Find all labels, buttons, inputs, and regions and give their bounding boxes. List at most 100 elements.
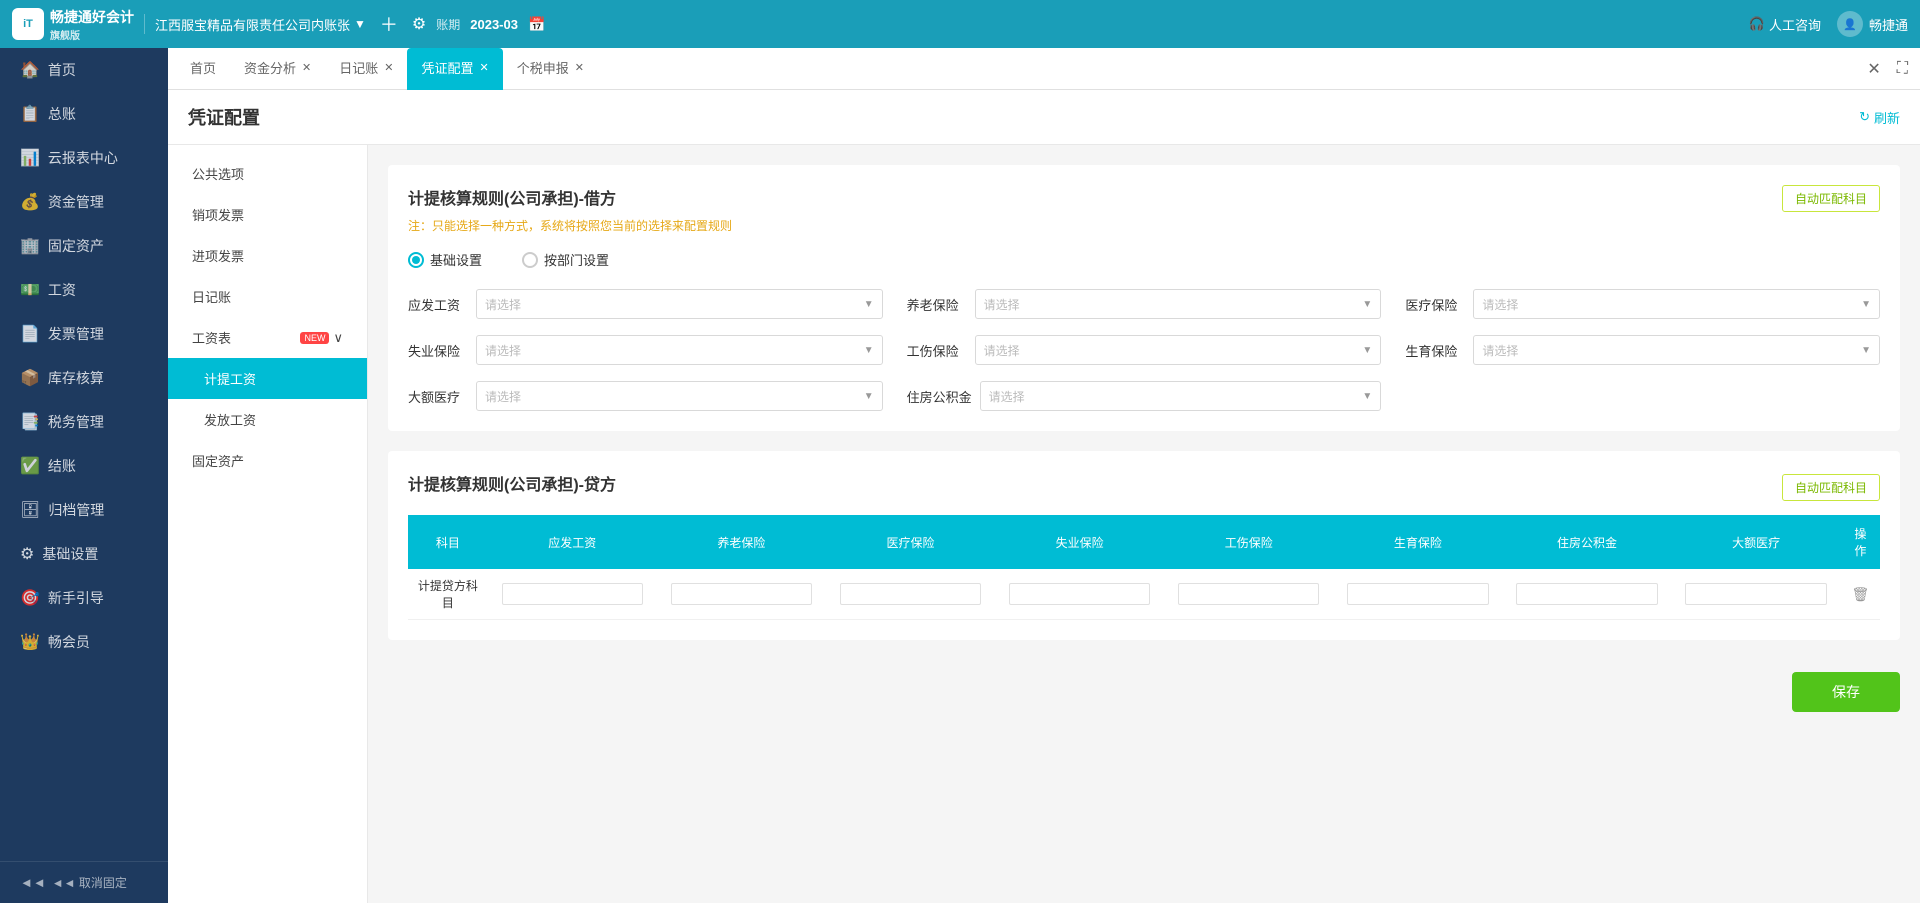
sidebar-label-inventory: 库存核算: [48, 368, 104, 388]
tab-tax-report[interactable]: 个税申报 ✕: [503, 48, 598, 90]
tab-fund-analysis[interactable]: 资金分析 ✕: [230, 48, 325, 90]
sidebar: 🏠 首页 📋 总账 📊 云报表中心 💰 资金管理 🏢 固定资产 💵 工资 📄 发…: [0, 48, 168, 903]
sidebar-pin-toggle[interactable]: ◄◄ ◄◄ 取消固定: [0, 861, 168, 903]
left-nav-journal[interactable]: 日记账: [168, 276, 367, 317]
save-button[interactable]: 保存: [1792, 672, 1900, 712]
input-gross[interactable]: [502, 583, 643, 605]
user-area[interactable]: 👤 畅捷通: [1837, 11, 1908, 37]
select-injury[interactable]: 请选择 ▼: [975, 335, 1382, 365]
input-injury[interactable]: [1178, 583, 1319, 605]
tab-tax-close[interactable]: ✕: [575, 61, 584, 74]
tab-home[interactable]: 首页: [176, 48, 230, 90]
divider-1: [144, 14, 145, 34]
add-button[interactable]: ＋: [376, 7, 402, 41]
input-maternity[interactable]: [1347, 583, 1488, 605]
sidebar-item-home[interactable]: 🏠 首页: [0, 48, 168, 92]
label-pension: 养老保险: [907, 295, 967, 314]
left-nav-sales-invoice[interactable]: 销项发票: [168, 194, 367, 235]
sidebar-item-member[interactable]: 👑 畅会员: [0, 620, 168, 664]
sidebar-label-funds: 资金管理: [48, 192, 104, 212]
sidebar-item-archive[interactable]: 🗄 归档管理: [0, 488, 168, 532]
sidebar-item-assets[interactable]: 🏢 固定资产: [0, 224, 168, 268]
sidebar-item-close[interactable]: ✅ 结账: [0, 444, 168, 488]
select-medical[interactable]: 请选择 ▼: [1473, 289, 1880, 319]
sidebar-item-salary[interactable]: 💵 工资: [0, 268, 168, 312]
input-housing[interactable]: [1516, 583, 1657, 605]
tab-fund-close[interactable]: ✕: [302, 61, 311, 74]
debit-auto-match-button[interactable]: 自动匹配科目: [1782, 185, 1880, 212]
inventory-icon: 📦: [20, 368, 40, 388]
sidebar-label-member: 畅会员: [48, 632, 90, 652]
select-housing-fund[interactable]: 请选择 ▼: [980, 381, 1382, 411]
tab-voucher-close[interactable]: ✕: [480, 61, 489, 74]
left-nav-fixed-label: 固定资产: [192, 451, 244, 470]
input-unemploy[interactable]: [1009, 583, 1150, 605]
credit-table: 科目 应发工资 养老保险 医疗保险 失业保险 工伤保险 生育保险 住房公积金 大…: [408, 515, 1880, 620]
left-nav-pay-salary[interactable]: 发放工资: [168, 399, 367, 440]
sidebar-item-ledger[interactable]: 📋 总账: [0, 92, 168, 136]
input-pension[interactable]: [671, 583, 812, 605]
sidebar-label-home: 首页: [48, 60, 76, 80]
input-medical[interactable]: [840, 583, 981, 605]
calendar-icon[interactable]: 📅: [528, 16, 545, 33]
dropdown-arrow-unemployment: ▼: [864, 345, 874, 356]
sidebar-item-invoice[interactable]: 📄 发票管理: [0, 312, 168, 356]
input-large-medical[interactable]: [1685, 583, 1826, 605]
debit-section-note: 注：只能选择一种方式，系统将按照您当前的选择来配置规则: [408, 217, 732, 234]
field-medical: 医疗保险 请选择 ▼: [1405, 289, 1880, 319]
td-housing-val: [1502, 569, 1671, 620]
delete-row-button[interactable]: 🗑: [1851, 586, 1869, 603]
select-unemployment[interactable]: 请选择 ▼: [476, 335, 883, 365]
select-large-medical[interactable]: 请选择 ▼: [476, 381, 883, 411]
tab-voucher-label: 凭证配置: [421, 58, 473, 77]
tab-expand-button[interactable]: ⛶: [1893, 56, 1912, 82]
sidebar-item-guide[interactable]: 🎯 新手引导: [0, 576, 168, 620]
radio-basic[interactable]: 基础设置: [408, 250, 482, 269]
left-nav-fixed-assets[interactable]: 固定资产: [168, 440, 367, 481]
select-maternity[interactable]: 请选择 ▼: [1473, 335, 1880, 365]
main-content: 计提核算规则(公司承担)-借方 注：只能选择一种方式，系统将按照您当前的选择来配…: [368, 145, 1920, 903]
expand-icon: ∨: [333, 330, 343, 346]
settings-sidebar-icon: ⚙: [20, 544, 34, 564]
left-nav-purchase-invoice[interactable]: 进项发票: [168, 235, 367, 276]
refresh-button[interactable]: ↻ 刷新: [1859, 108, 1900, 127]
sidebar-item-inventory[interactable]: 📦 库存核算: [0, 356, 168, 400]
logo-main-text: 畅捷通好会计: [50, 7, 134, 27]
radio-group: 基础设置 按部门设置: [408, 250, 1880, 269]
pin-icon: ◄◄: [20, 875, 46, 890]
select-gross-salary[interactable]: 请选择 ▼: [476, 289, 883, 319]
save-area: 保存: [388, 660, 1900, 724]
label-housing-fund: 住房公积金: [907, 387, 972, 406]
radio-basic-label: 基础设置: [430, 250, 482, 269]
field-gross-salary: 应发工资 请选择 ▼: [408, 289, 883, 319]
sidebar-item-reports[interactable]: 📊 云报表中心: [0, 136, 168, 180]
left-nav-public[interactable]: 公共选项: [168, 153, 367, 194]
sidebar-item-settings[interactable]: ⚙ 基础设置: [0, 532, 168, 576]
select-pension[interactable]: 请选择 ▼: [975, 289, 1382, 319]
sidebar-item-tax[interactable]: 📑 税务管理: [0, 400, 168, 444]
tab-voucher-config[interactable]: 凭证配置 ✕: [407, 48, 502, 90]
sidebar-label-settings: 基础设置: [42, 544, 98, 564]
left-nav-accrual[interactable]: 计提工资: [168, 358, 367, 399]
settings-icon[interactable]: ⚙: [412, 14, 426, 34]
tab-close-button[interactable]: ✕: [1863, 55, 1884, 83]
radio-basic-circle: [408, 252, 424, 268]
left-nav-purchase-label: 进项发票: [192, 246, 244, 265]
service-button[interactable]: 🎧 人工咨询: [1749, 15, 1821, 34]
company-selector[interactable]: 江西服宝精品有限责任公司内账张 ▼: [155, 15, 366, 34]
content-scroll: 公共选项 销项发票 进项发票 日记账 工资表 NEW ∨: [168, 145, 1920, 903]
th-action: 操作: [1841, 515, 1880, 569]
tab-journal-close[interactable]: ✕: [384, 61, 393, 74]
credit-auto-match-button[interactable]: 自动匹配科目: [1782, 474, 1880, 501]
td-injury-val: [1164, 569, 1333, 620]
page-header: 凭证配置 ↻ 刷新: [168, 90, 1920, 145]
label-gross-salary: 应发工资: [408, 295, 468, 314]
radio-department[interactable]: 按部门设置: [522, 250, 609, 269]
headset-icon: 🎧: [1749, 16, 1765, 32]
left-nav-salary-sheet[interactable]: 工资表 NEW ∨: [168, 317, 367, 358]
tab-journal[interactable]: 日记账 ✕: [325, 48, 407, 90]
th-maternity: 生育保险: [1333, 515, 1502, 569]
top-bar-right: 🎧 人工咨询 👤 畅捷通: [1749, 11, 1908, 37]
th-pension: 养老保险: [657, 515, 826, 569]
sidebar-item-funds[interactable]: 💰 资金管理: [0, 180, 168, 224]
